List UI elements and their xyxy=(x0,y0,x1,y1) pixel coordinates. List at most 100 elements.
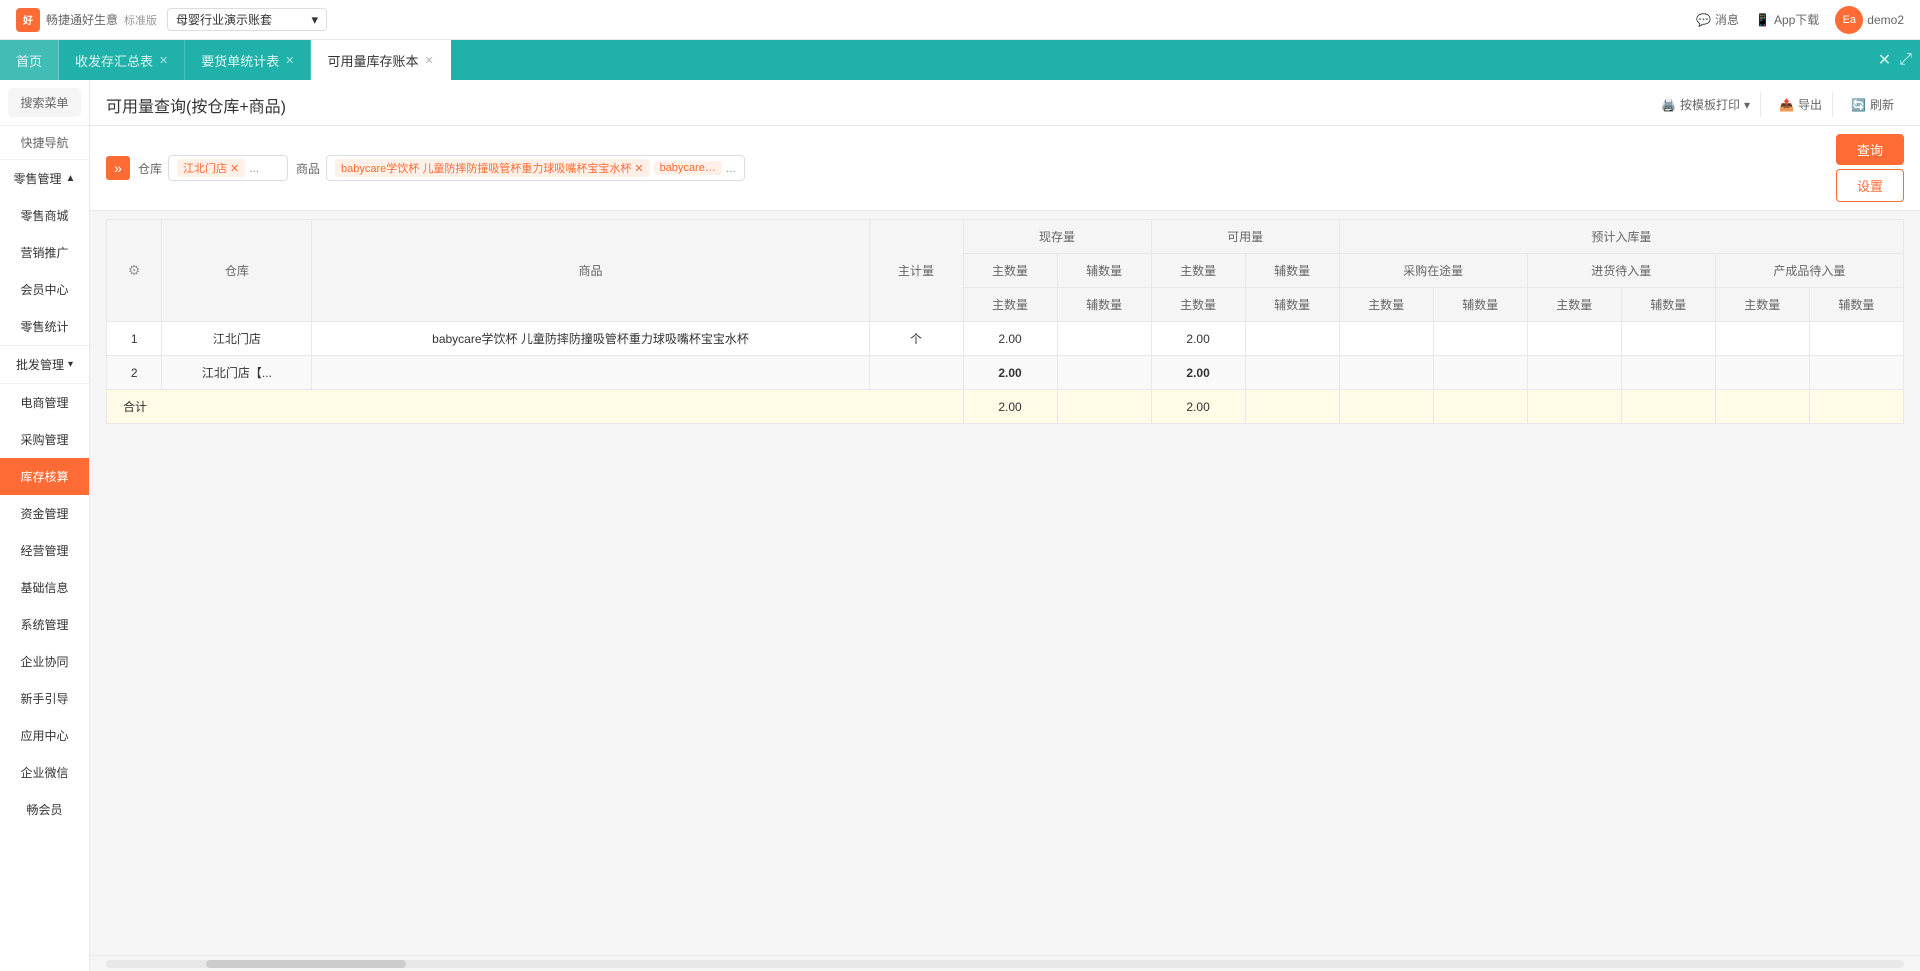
sidebar-item-vip-label: 畅会员 xyxy=(26,801,62,818)
query-btn[interactable]: 查询 xyxy=(1836,134,1904,165)
close-all-tabs-icon[interactable]: ✕ xyxy=(1878,50,1891,70)
sidebar-item-retail-mgmt[interactable]: 零售管理 ▲ xyxy=(0,160,89,197)
logo-area: 好 畅捷通好生意 标准版 xyxy=(16,8,157,32)
sidebar-item-retail-mgmt-label: 零售管理 xyxy=(14,170,62,187)
scrollbar-track[interactable] xyxy=(106,960,1904,968)
row1-inc-main xyxy=(1527,322,1621,356)
close-available-inventory-icon[interactable]: ✕ xyxy=(425,54,434,67)
sidebar-item-retail-stats[interactable]: 零售统计 xyxy=(0,308,89,345)
sidebar-item-retail-stats-label: 零售统计 xyxy=(20,318,68,335)
tab-order-stats[interactable]: 要货单统计表 ✕ xyxy=(185,40,311,80)
warehouse-more-icon[interactable]: ... xyxy=(249,161,259,175)
summary-current-aux xyxy=(1057,390,1151,424)
tab-home[interactable]: 首页 xyxy=(0,40,59,80)
row1-product: babycare学饮杯 儿童防摔防撞吸管杯重力球吸嘴杯宝宝水杯 xyxy=(312,322,869,356)
sidebar-item-vip[interactable]: 畅会员 xyxy=(0,791,89,828)
row1-pur-main xyxy=(1339,322,1433,356)
settings-icon[interactable]: ⚙ xyxy=(128,262,141,278)
sidebar-item-enterprise-collab[interactable]: 企业协同 xyxy=(0,643,89,680)
sidebar-item-marketing[interactable]: 营销推广 xyxy=(0,234,89,271)
refresh-btn[interactable]: 🔄 刷新 xyxy=(1841,92,1904,117)
col-current-stock-header: 现存量 xyxy=(963,220,1151,254)
search-menu-btn[interactable]: 搜索菜单 xyxy=(8,88,81,117)
tab-receive-pay-label: 收发存汇总表 xyxy=(75,51,153,70)
col-curr-main-header: 主数量 xyxy=(963,288,1057,322)
sidebar-item-wholesale-mgmt-label: 批发管理 xyxy=(16,356,64,373)
row1-current-aux xyxy=(1057,322,1151,356)
col-pur-main-header: 主数量 xyxy=(1339,288,1433,322)
summary-prod-main xyxy=(1715,390,1809,424)
page-title: 可用量查询(按仓库+商品) xyxy=(106,93,286,117)
filter-bar: » 仓库 江北门店 ✕ ... 商品 babycare学饮杯 儿童防摔防撞吸管杯… xyxy=(90,126,1920,211)
sidebar-item-new-guide-label: 新手引导 xyxy=(20,690,68,707)
warehouse-filter-group: 仓库 江北门店 ✕ ... xyxy=(138,155,288,181)
print-icon: 🖨️ xyxy=(1661,98,1676,112)
scrollbar-thumb[interactable] xyxy=(206,960,406,968)
close-order-stats-icon[interactable]: ✕ xyxy=(285,54,294,67)
app-download-btn[interactable]: 📱 App下载 xyxy=(1755,11,1819,28)
sidebar-item-basic-info-label: 基础信息 xyxy=(20,579,68,596)
row2-inc-main xyxy=(1527,356,1621,390)
setting-btn[interactable]: 设置 xyxy=(1836,169,1904,202)
sidebar-item-basic-info[interactable]: 基础信息 xyxy=(0,569,89,606)
col-avail-main-qty-header: 主数量 xyxy=(1151,254,1245,288)
col-incoming-header: 进货待入量 xyxy=(1527,254,1715,288)
close-receive-pay-icon[interactable]: ✕ xyxy=(159,54,168,67)
warehouse-tag-text: 江北门店 xyxy=(183,160,227,176)
col-av-aux-header: 辅数量 xyxy=(1245,288,1339,322)
product-filter-input[interactable]: babycare学饮杯 儿童防摔防撞吸管杯重力球吸嘴杯宝宝水杯 ✕ babyca… xyxy=(326,155,745,181)
remove-product-tag-icon[interactable]: ✕ xyxy=(634,162,643,175)
row2-pur-aux xyxy=(1433,356,1527,390)
table-footer xyxy=(90,955,1920,971)
nav-spacer xyxy=(451,40,1870,80)
summary-avail-main: 2.00 xyxy=(1151,390,1245,424)
sidebar-item-new-guide[interactable]: 新手引导 xyxy=(0,680,89,717)
row2-prod-main xyxy=(1715,356,1809,390)
table-container: ⚙ 仓库 商品 主计量 现存量 可用量 预计入库量 主数量 辅数量 主数量 辅数… xyxy=(90,211,1920,955)
export-btn[interactable]: 📤 导出 xyxy=(1769,92,1833,117)
sidebar-item-system-mgmt[interactable]: 系统管理 xyxy=(0,606,89,643)
sidebar-item-wholesale-mgmt[interactable]: 批发管理 ▾ xyxy=(0,346,89,383)
sidebar-item-purchase-mgmt-label: 采购管理 xyxy=(20,431,68,448)
row1-prod-aux xyxy=(1809,322,1903,356)
filter-expand-btn[interactable]: » xyxy=(106,156,130,180)
sidebar-item-inventory-check[interactable]: 库存核算 xyxy=(0,458,89,495)
account-selector[interactable]: 母婴行业演示账套 ▾ xyxy=(167,8,327,31)
sidebar-item-purchase-mgmt[interactable]: 采购管理 xyxy=(0,421,89,458)
col-avail-aux-qty-header: 辅数量 xyxy=(1245,254,1339,288)
sidebar-group-retail: 零售管理 ▲ 零售商城 营销推广 会员中心 零售统计 xyxy=(0,160,89,346)
tab-available-inventory[interactable]: 可用量库存账本 ✕ xyxy=(311,40,450,80)
sidebar-item-app-center[interactable]: 应用中心 xyxy=(0,717,89,754)
remove-warehouse-tag-icon[interactable]: ✕ xyxy=(230,162,239,175)
logo-icon: 好 xyxy=(16,8,40,32)
sidebar-item-finance[interactable]: 资金管理 xyxy=(0,495,89,532)
print-template-btn[interactable]: 🖨️ 按模板打印 ▾ xyxy=(1651,92,1761,117)
sidebar-item-enterprise-wechat[interactable]: 企业微信 xyxy=(0,754,89,791)
sidebar-item-app-center-label: 应用中心 xyxy=(20,727,68,744)
col-settings[interactable]: ⚙ xyxy=(107,220,162,322)
nav-controls: ✕ ⤢ xyxy=(1870,40,1920,80)
col-av-main-header: 主数量 xyxy=(1151,288,1245,322)
message-btn[interactable]: 💬 消息 xyxy=(1696,11,1739,28)
summary-current-main: 2.00 xyxy=(963,390,1057,424)
sidebar-item-retail-mall[interactable]: 零售商城 xyxy=(0,197,89,234)
col-purchase-header: 采购在途量 xyxy=(1339,254,1527,288)
sidebar-item-quick-nav[interactable]: 快捷导航 xyxy=(0,126,89,160)
product-more-icon[interactable]: ... xyxy=(726,161,736,175)
row2-current-main: 2.00 xyxy=(963,356,1057,390)
user-area[interactable]: Ea demo2 xyxy=(1835,6,1904,34)
warehouse-filter-input[interactable]: 江北门店 ✕ ... xyxy=(168,155,288,181)
sidebar-item-operations[interactable]: 经营管理 xyxy=(0,532,89,569)
summary-inc-aux xyxy=(1621,390,1715,424)
chevron-down-icon: ▾ xyxy=(311,12,318,28)
sidebar-item-ecommerce[interactable]: 电商管理 xyxy=(0,384,89,421)
main-layout: 搜索菜单 快捷导航 零售管理 ▲ 零售商城 营销推广 会员中心 零售统计 批发管… xyxy=(0,80,1920,971)
sidebar-item-membership[interactable]: 会员中心 xyxy=(0,271,89,308)
expand-icon[interactable]: ⤢ xyxy=(1899,51,1912,69)
sidebar-item-operations-label: 经营管理 xyxy=(20,542,68,559)
row1-prod-main xyxy=(1715,322,1809,356)
sidebar-item-enterprise-collab-label: 企业协同 xyxy=(20,653,68,670)
tab-available-inventory-label: 可用量库存账本 xyxy=(327,51,418,70)
sidebar-item-retail-mall-label: 零售商城 xyxy=(20,207,68,224)
tab-receive-pay[interactable]: 收发存汇总表 ✕ xyxy=(59,40,185,80)
